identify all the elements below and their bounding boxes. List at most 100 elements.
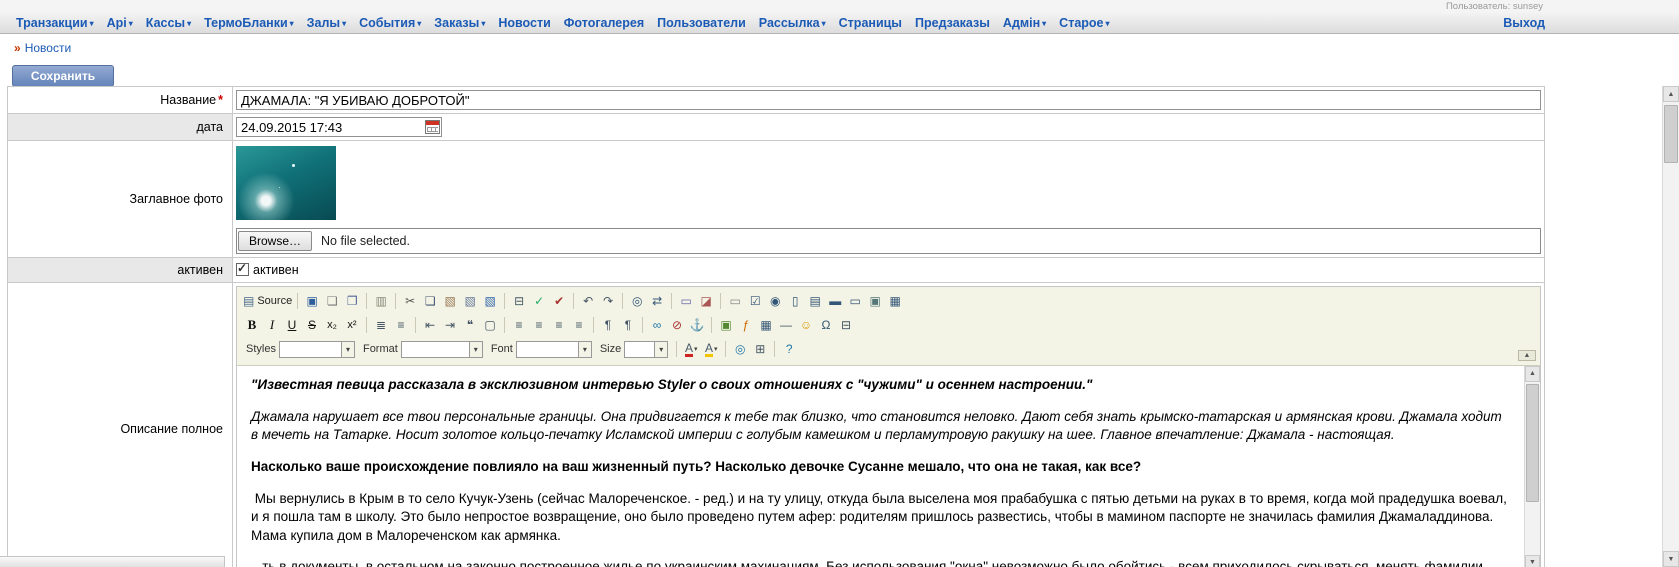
page-break-icon[interactable]: ⊟ [837, 316, 855, 334]
menu-item-admin[interactable]: Адмін ▾ [1003, 16, 1046, 30]
radio-icon[interactable]: ◉ [766, 292, 784, 310]
menu-item-orders[interactable]: Заказы ▾ [434, 16, 485, 30]
browse-button[interactable]: Browse… [238, 231, 313, 251]
show-blocks-icon[interactable]: ⊞ [751, 340, 769, 358]
image-icon[interactable]: ▣ [717, 316, 735, 334]
redo-icon[interactable]: ↷ [599, 292, 617, 310]
find-icon[interactable]: ◎ [628, 292, 646, 310]
chevron-down-icon[interactable]: ▾ [340, 340, 355, 358]
textarea-icon[interactable]: ▤ [806, 292, 824, 310]
superscript-icon[interactable]: x² [343, 316, 361, 334]
special-char-icon[interactable]: Ω [817, 316, 835, 334]
anchor-icon[interactable]: ⚓ [688, 316, 706, 334]
unlink-icon[interactable]: ⊘ [668, 316, 686, 334]
new-page-icon[interactable]: ❏ [323, 292, 341, 310]
logout-link[interactable]: Выход [1503, 16, 1545, 30]
bidi-ltr-icon[interactable]: ¶ [599, 316, 617, 334]
menu-item-preorders[interactable]: Предзаказы [915, 16, 990, 30]
text-color-icon[interactable]: A ▾ [682, 340, 700, 358]
menu-item-transactions[interactable]: Транзакции ▾ [16, 16, 94, 30]
form-icon[interactable]: ▭ [726, 292, 744, 310]
preview-icon[interactable]: ❐ [343, 292, 361, 310]
checkbox-icon[interactable]: ☑ [746, 292, 764, 310]
underline-icon[interactable]: U [283, 316, 301, 334]
menu-item-halls[interactable]: Залы ▾ [307, 16, 346, 30]
create-div-icon[interactable]: ▢ [481, 316, 499, 334]
smiley-icon[interactable]: ☺ [797, 316, 815, 334]
spell-check-icon[interactable]: ✓ [530, 292, 548, 310]
font-combo-box[interactable] [515, 340, 578, 358]
editor-scrollbar-thumb[interactable] [1526, 384, 1539, 502]
chevron-down-icon[interactable]: ▾ [577, 340, 592, 358]
button-icon[interactable]: ▭ [846, 292, 864, 310]
table-icon[interactable]: ▦ [757, 316, 775, 334]
scayt-icon[interactable]: ✔ [550, 292, 568, 310]
justify-block-icon[interactable]: ≡ [570, 316, 588, 334]
italic-icon[interactable]: I [263, 316, 281, 334]
text-field-icon[interactable]: ▯ [786, 292, 804, 310]
date-input[interactable] [236, 117, 442, 137]
menu-item-photogallery[interactable]: Фотогалерея [564, 16, 644, 30]
hidden-field-icon[interactable]: ▦ [886, 292, 904, 310]
size-combo[interactable]: Size ▾ [600, 340, 669, 358]
horizontal-rule-icon[interactable]: ― [777, 316, 795, 334]
editor-scrollbar[interactable]: ▲ ▼ [1524, 366, 1540, 567]
print-icon[interactable]: ⊟ [510, 292, 528, 310]
scroll-down-icon[interactable]: ▼ [1525, 555, 1540, 567]
menu-item-news[interactable]: Новости [498, 16, 550, 30]
undo-icon[interactable]: ↶ [579, 292, 597, 310]
justify-center-icon[interactable]: ≡ [530, 316, 548, 334]
about-icon[interactable]: ? [780, 340, 798, 358]
indent-icon[interactable]: ⇥ [441, 316, 459, 334]
menu-item-events[interactable]: События ▾ [359, 16, 421, 30]
scroll-down-icon[interactable]: ▼ [1663, 551, 1679, 567]
subscript-icon[interactable]: x₂ [323, 316, 341, 334]
save-button[interactable]: Сохранить [12, 65, 114, 87]
select-all-icon[interactable]: ▭ [677, 292, 695, 310]
calendar-icon[interactable] [425, 120, 440, 134]
menu-item-users[interactable]: Пользователи [657, 16, 746, 30]
paste-icon[interactable]: ▧ [441, 292, 459, 310]
scroll-up-icon[interactable]: ▲ [1525, 366, 1540, 382]
size-combo-box[interactable] [624, 340, 655, 358]
select-field-icon[interactable]: ▬ [826, 292, 844, 310]
replace-icon[interactable]: ⇄ [648, 292, 666, 310]
justify-right-icon[interactable]: ≡ [550, 316, 568, 334]
styles-combo[interactable]: Styles ▾ [246, 340, 355, 358]
numbered-list-icon[interactable]: ≣ [372, 316, 390, 334]
cut-icon[interactable]: ✂ [401, 292, 419, 310]
menu-item-mailing[interactable]: Рассылка ▾ [759, 16, 826, 30]
paste-text-icon[interactable]: ▧ [461, 292, 479, 310]
save-icon[interactable]: ▣ [303, 292, 321, 310]
format-combo[interactable]: Format ▾ [363, 340, 483, 358]
outdent-icon[interactable]: ⇤ [421, 316, 439, 334]
bidi-rtl-icon[interactable]: ¶ [619, 316, 637, 334]
breadcrumb-link-news[interactable]: Новости [25, 41, 71, 55]
paste-from-word-icon[interactable]: ▧ [481, 292, 499, 310]
chevron-down-icon[interactable]: ▾ [654, 340, 669, 358]
menu-item-pages[interactable]: Страницы [839, 16, 902, 30]
flash-icon[interactable]: ƒ [737, 316, 755, 334]
blockquote-icon[interactable]: ❝ [461, 316, 479, 334]
chevron-down-icon[interactable]: ▾ [468, 340, 483, 358]
strike-icon[interactable]: S [303, 316, 321, 334]
remove-format-icon[interactable]: ◪ [697, 292, 715, 310]
toolbar-collapse-button[interactable]: ▲ [1518, 350, 1536, 361]
link-icon[interactable]: ∞ [648, 316, 666, 334]
menu-item-api[interactable]: Api ▾ [107, 16, 133, 30]
templates-icon[interactable]: ▥ [372, 292, 390, 310]
scroll-up-icon[interactable]: ▲ [1663, 86, 1679, 102]
image-button-icon[interactable]: ▣ [866, 292, 884, 310]
menu-item-cashdesks[interactable]: Кассы ▾ [146, 16, 191, 30]
horizontal-scrollbar[interactable] [0, 556, 225, 567]
bold-icon[interactable]: B [243, 316, 261, 334]
title-input[interactable] [236, 90, 1541, 110]
menu-item-thermoforms[interactable]: ТермоБланки ▾ [204, 16, 294, 30]
background-color-icon[interactable]: A ▾ [702, 340, 720, 358]
menu-item-old[interactable]: Старое ▾ [1059, 16, 1109, 30]
format-combo-box[interactable] [400, 340, 469, 358]
bulleted-list-icon[interactable]: ≡ [392, 316, 410, 334]
active-checkbox[interactable] [236, 261, 249, 276]
copy-icon[interactable]: ❏ [421, 292, 439, 310]
source-icon[interactable]: ▤ Source [243, 292, 292, 310]
